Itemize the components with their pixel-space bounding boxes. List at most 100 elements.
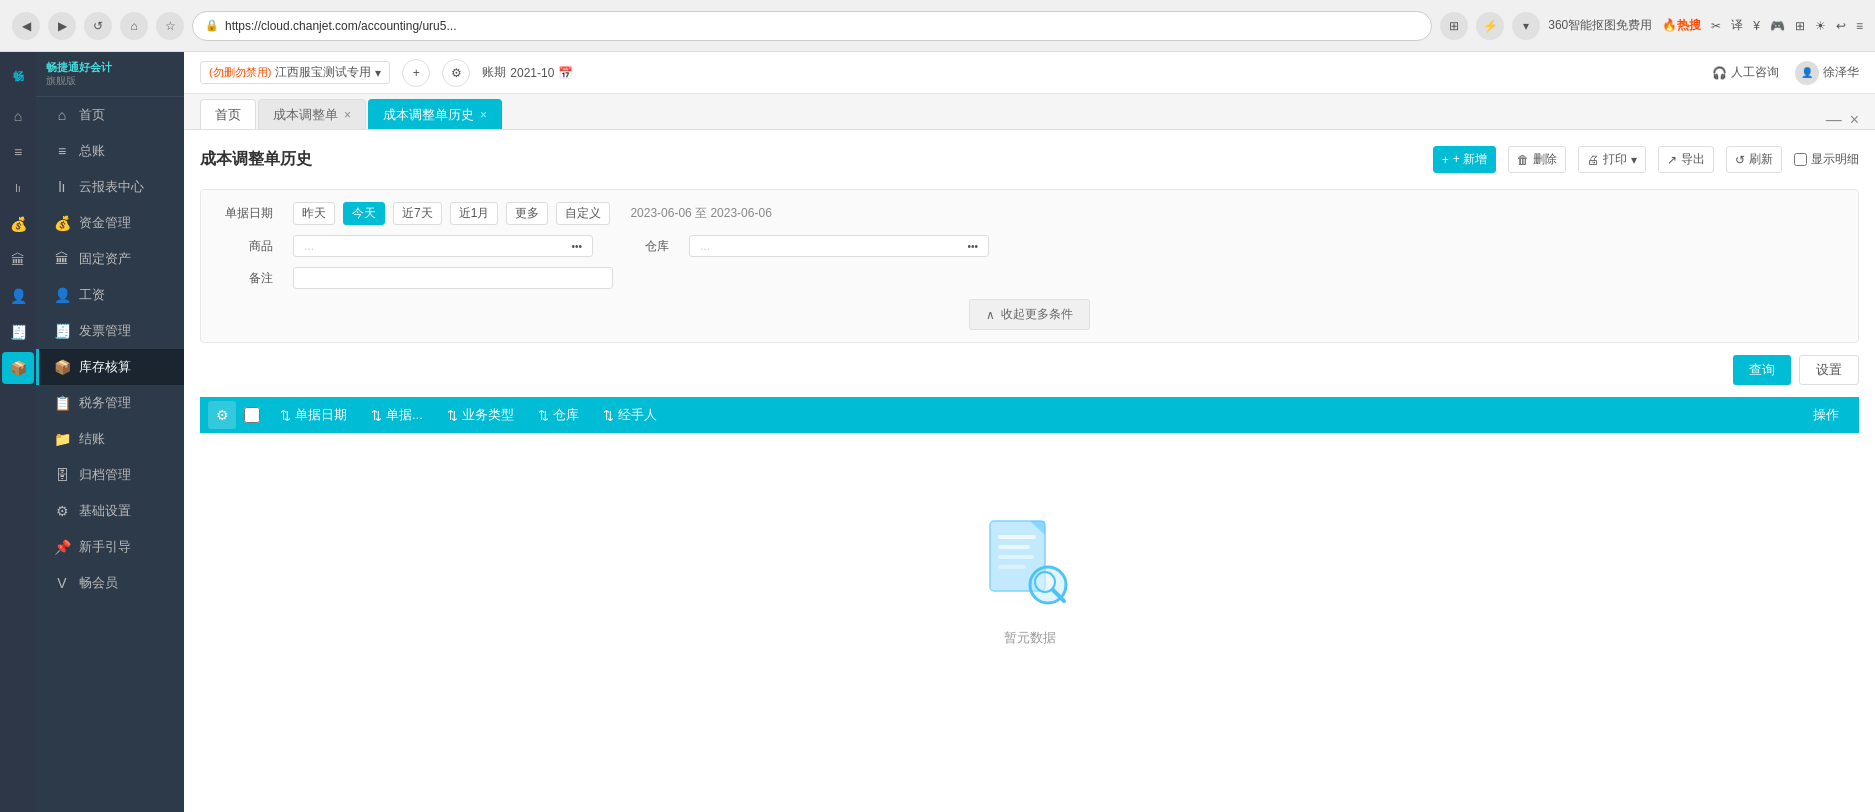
add-label: + 新增 bbox=[1453, 151, 1487, 168]
headset-icon: 🎧 bbox=[1712, 66, 1727, 80]
print-button[interactable]: 🖨 打印 ▾ bbox=[1578, 146, 1646, 173]
period-info: 账期 2021-10 📅 bbox=[482, 64, 573, 81]
filter-row-date: 单据日期 昨天 今天 近7天 近1月 更多 自定义 2023-06-06 至 2… bbox=[217, 202, 1842, 225]
sidebar-item-member[interactable]: V 畅会员 bbox=[36, 565, 184, 601]
sidebar-icon-invoice[interactable]: 🧾 bbox=[2, 316, 34, 348]
sidebar-item-ledger[interactable]: ≡ 总账 bbox=[36, 133, 184, 169]
sidebar-icon-asset[interactable]: 🏛 bbox=[2, 244, 34, 276]
sidebar-item-settlement-label: 结账 bbox=[79, 430, 105, 448]
guide-nav-icon: 📌 bbox=[53, 539, 71, 555]
header-right: 🎧 人工咨询 👤 徐泽华 bbox=[1712, 61, 1859, 85]
delete-icon: 🗑 bbox=[1517, 153, 1529, 167]
date-range-display: 2023-06-06 至 2023-06-06 bbox=[630, 205, 771, 222]
sidebar-icon-report[interactable]: lı bbox=[2, 172, 34, 204]
delete-button[interactable]: 🗑 删除 bbox=[1508, 146, 1566, 173]
sidebar-item-wage[interactable]: 👤 工资 bbox=[36, 277, 184, 313]
forward-button[interactable]: ▶ bbox=[48, 12, 76, 40]
col-header-warehouse[interactable]: ⇅ 仓库 bbox=[526, 397, 591, 433]
sidebar-item-ledger-label: 总账 bbox=[79, 142, 105, 160]
tab-cost-adjust[interactable]: 成本调整单 × bbox=[258, 99, 366, 129]
thunder-button[interactable]: ⚡ bbox=[1476, 12, 1504, 40]
sidebar-item-settlement[interactable]: 📁 结账 bbox=[36, 421, 184, 457]
sidebar-item-report[interactable]: lı 云报表中心 bbox=[36, 169, 184, 205]
warehouse-selector[interactable]: ... ••• bbox=[689, 235, 989, 257]
svg-rect-5 bbox=[998, 565, 1026, 569]
last7-button[interactable]: 近7天 bbox=[393, 202, 442, 225]
last-month-button[interactable]: 近1月 bbox=[450, 202, 499, 225]
table-settings-button[interactable]: ⚙ bbox=[208, 401, 236, 429]
url-bar[interactable]: 🔒 https://cloud.chanjet.com/accounting/u… bbox=[192, 11, 1432, 41]
select-all-checkbox[interactable] bbox=[244, 407, 260, 423]
sidebar-icon-home[interactable]: ⌂ bbox=[2, 100, 34, 132]
tab-cost-adjust-history-close[interactable]: × bbox=[480, 108, 487, 122]
inventory-nav-icon: 📦 bbox=[53, 359, 71, 375]
sidebar-icon-wage[interactable]: 👤 bbox=[2, 280, 34, 312]
sidebar-item-inventory[interactable]: 📦 库存核算 bbox=[36, 349, 184, 385]
sidebar-item-asset[interactable]: 🏛 固定资产 bbox=[36, 241, 184, 277]
refresh-button[interactable]: ↺ 刷新 bbox=[1726, 146, 1782, 173]
undo-icon: ↩ bbox=[1836, 19, 1846, 33]
dropdown-button[interactable]: ▾ bbox=[1512, 12, 1540, 40]
home-nav-icon: ⌂ bbox=[53, 107, 71, 123]
sidebar-item-tax[interactable]: 📋 税务管理 bbox=[36, 385, 184, 421]
add-button[interactable]: + + 新增 bbox=[1433, 146, 1496, 173]
sidebar-item-guide[interactable]: 📌 新手引导 bbox=[36, 529, 184, 565]
sidebar-icon-ledger[interactable]: ≡ bbox=[2, 136, 34, 168]
collapse-button[interactable]: ∧ 收起更多条件 bbox=[969, 299, 1090, 330]
header-left: (勿删勿禁用) 江西服宝测试专用 ▾ + ⚙ 账期 2021-10 📅 bbox=[200, 59, 573, 87]
col-number-label: 单据... bbox=[386, 406, 423, 424]
settings-query-button[interactable]: 设置 bbox=[1799, 355, 1859, 385]
col-header-biz-type[interactable]: ⇅ 业务类型 bbox=[435, 397, 526, 433]
sidebar-item-home[interactable]: ⌂ 首页 bbox=[36, 97, 184, 133]
home-button[interactable]: ⌂ bbox=[120, 12, 148, 40]
notes-input[interactable] bbox=[293, 267, 613, 289]
date-filter-label: 单据日期 bbox=[217, 205, 273, 222]
report-nav-icon: lı bbox=[53, 179, 71, 195]
sidebar-icon-inventory[interactable]: 📦 bbox=[2, 352, 34, 384]
extensions-button[interactable]: ⊞ bbox=[1440, 12, 1468, 40]
show-cols-checkbox[interactable] bbox=[1794, 153, 1807, 166]
sidebar-icon-capital[interactable]: 💰 bbox=[2, 208, 34, 240]
add-company-button[interactable]: + bbox=[402, 59, 430, 87]
more-date-button[interactable]: 更多 bbox=[506, 202, 548, 225]
sidebar-item-settings[interactable]: ⚙ 基础设置 bbox=[36, 493, 184, 529]
refresh-button[interactable]: ↺ bbox=[84, 12, 112, 40]
table-container: ⚙ ⇅ 单据日期 ⇅ 单据... ⇅ 业务类型 ⇅ bbox=[200, 397, 1859, 727]
goods-selector[interactable]: ... ••• bbox=[293, 235, 593, 257]
col-header-operator[interactable]: ⇅ 经手人 bbox=[591, 397, 669, 433]
query-button[interactable]: 查询 bbox=[1733, 355, 1791, 385]
app-container: 畅 ⌂ ≡ lı 💰 🏛 👤 🧾 📦 畅捷通好会计 旗舰版 ⌂ 首页 ≡ 总账 … bbox=[0, 52, 1875, 812]
col-header-actions: 操作 bbox=[1801, 406, 1851, 424]
service-button[interactable]: 🎧 人工咨询 bbox=[1712, 64, 1779, 81]
tab-home[interactable]: 首页 bbox=[200, 99, 256, 129]
col-header-number[interactable]: ⇅ 单据... bbox=[359, 397, 435, 433]
sidebar-item-archive[interactable]: 🗄 归档管理 bbox=[36, 457, 184, 493]
tab-close-all-button[interactable]: × bbox=[1850, 111, 1859, 129]
col-date-label: 单据日期 bbox=[295, 406, 347, 424]
col-header-date[interactable]: ⇅ 单据日期 bbox=[268, 397, 359, 433]
tab-minimize-button[interactable]: — bbox=[1826, 111, 1842, 129]
star-button[interactable]: ☆ bbox=[156, 12, 184, 40]
tab-cost-adjust-close[interactable]: × bbox=[344, 108, 351, 122]
sidebar-icons: 畅 ⌂ ≡ lı 💰 🏛 👤 🧾 📦 bbox=[0, 52, 36, 812]
col-actions-label: 操作 bbox=[1813, 407, 1839, 422]
sidebar-item-invoice[interactable]: 🧾 发票管理 bbox=[36, 313, 184, 349]
period-label: 账期 bbox=[482, 64, 506, 81]
custom-date-button[interactable]: 自定义 bbox=[556, 202, 610, 225]
show-cols-checkbox-label[interactable]: 显示明细 bbox=[1794, 151, 1859, 168]
main-content: (勿删勿禁用) 江西服宝测试专用 ▾ + ⚙ 账期 2021-10 📅 🎧 人工… bbox=[184, 52, 1875, 812]
sort-wh-icon: ⇅ bbox=[538, 408, 549, 423]
tab-cost-adjust-history[interactable]: 成本调整单历史 × bbox=[368, 99, 502, 129]
yesterday-button[interactable]: 昨天 bbox=[293, 202, 335, 225]
sidebar-item-capital[interactable]: 💰 资金管理 bbox=[36, 205, 184, 241]
today-button[interactable]: 今天 bbox=[343, 202, 385, 225]
back-button[interactable]: ◀ bbox=[12, 12, 40, 40]
company-settings-button[interactable]: ⚙ bbox=[442, 59, 470, 87]
service-label: 人工咨询 bbox=[1731, 64, 1779, 81]
sidebar-item-inventory-label: 库存核算 bbox=[79, 358, 131, 376]
company-selector[interactable]: (勿删勿禁用) 江西服宝测试专用 ▾ bbox=[200, 61, 390, 84]
user-menu[interactable]: 👤 徐泽华 bbox=[1795, 61, 1859, 85]
page-area: 成本调整单历史 + + 新增 🗑 删除 🖨 打印 ▾ bbox=[184, 130, 1875, 812]
export-button[interactable]: ↗ 导出 bbox=[1658, 146, 1714, 173]
sidebar-item-guide-label: 新手引导 bbox=[79, 538, 131, 556]
